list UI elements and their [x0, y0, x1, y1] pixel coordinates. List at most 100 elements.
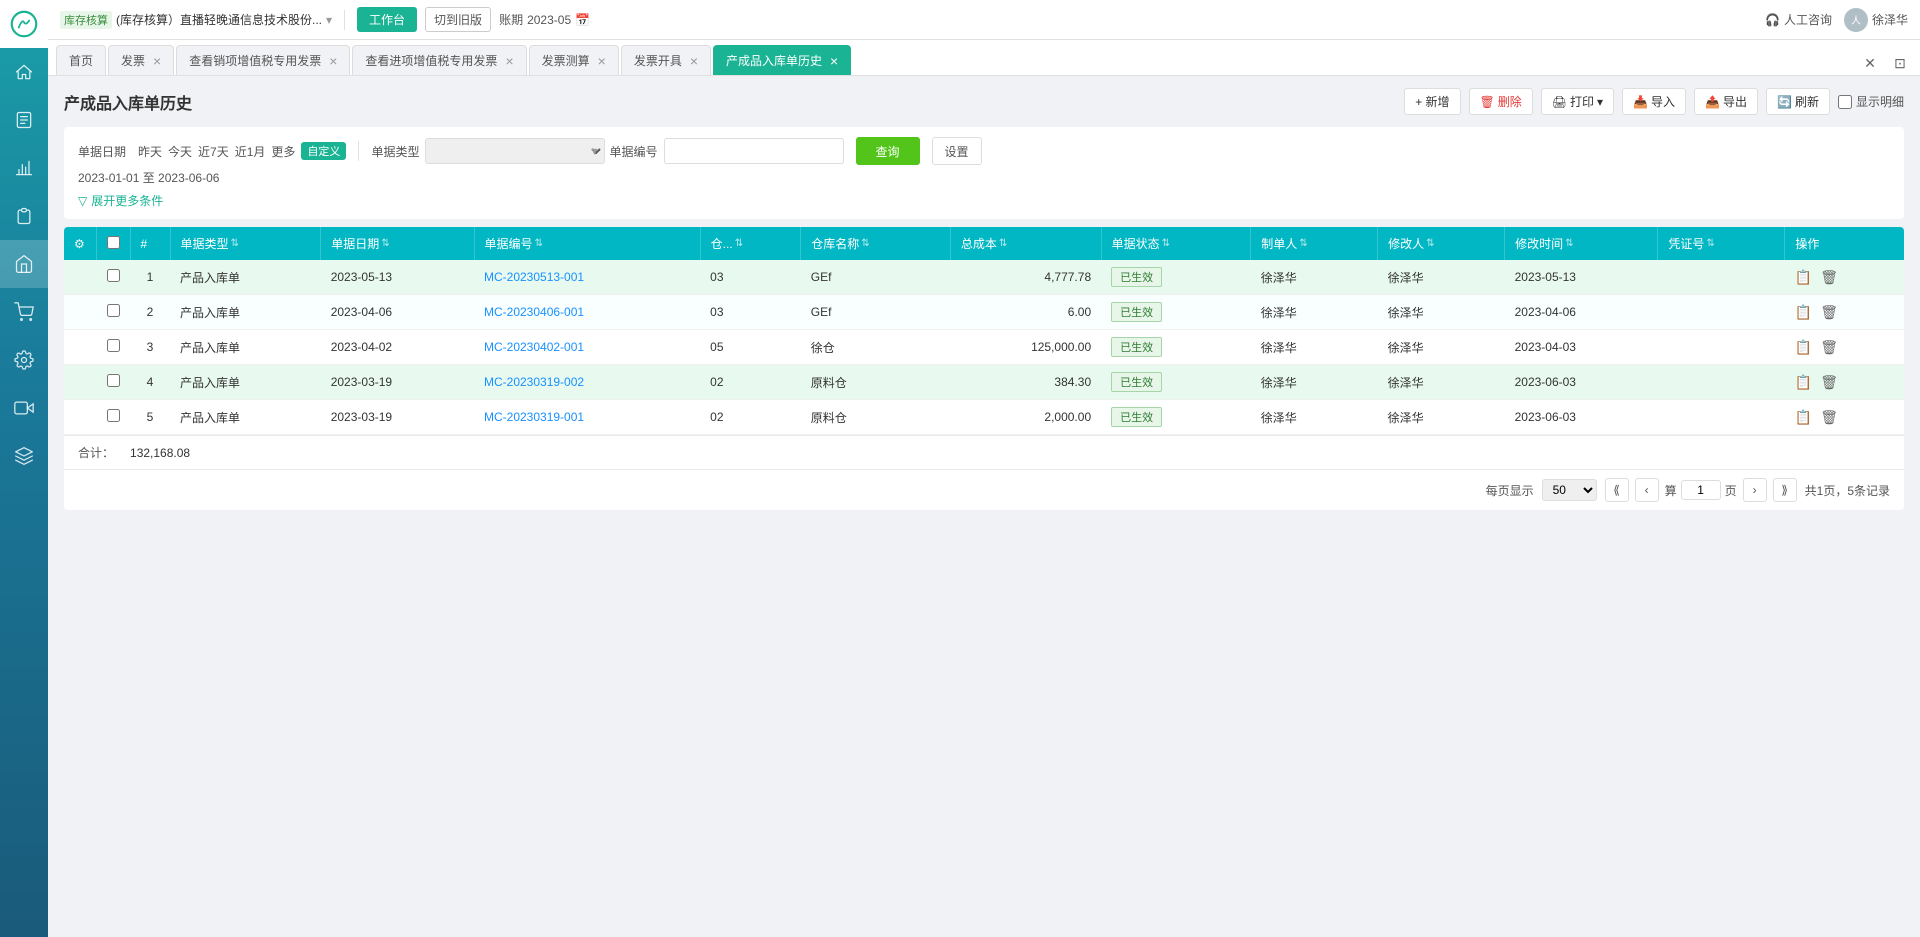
row-delete-btn-5[interactable]: 🗑 [1820, 409, 1838, 426]
data-table: ⚙ # 单据类型⇅ 单据日期⇅ 单据编号⇅ 仓...⇅ 仓库名称⇅ 总成本⇅ 单… [64, 227, 1904, 435]
col-modifier[interactable]: 修改人⇅ [1378, 227, 1505, 260]
col-total-cost[interactable]: 总成本⇅ [950, 227, 1101, 260]
row-check-1[interactable] [96, 260, 130, 295]
tab-close-product-inbound[interactable]: × [830, 54, 838, 68]
tab-close-all-btn[interactable]: ✕ [1858, 51, 1882, 75]
tab-invoices[interactable]: 发票 × [108, 45, 174, 75]
prev-page-btn[interactable]: ‹ [1635, 478, 1659, 502]
tab-calc[interactable]: 发票测算 × [529, 45, 619, 75]
row-number-1[interactable]: MC-20230513-001 [474, 260, 700, 295]
custom-badge[interactable]: 自定义 [301, 142, 346, 160]
row-date-5: 2023-03-19 [321, 400, 474, 435]
tab-close-calc[interactable]: × [598, 54, 606, 68]
sidebar-item-version[interactable] [0, 432, 48, 480]
col-warehouse-name[interactable]: 仓库名称⇅ [801, 227, 951, 260]
sidebar-item-home[interactable] [0, 48, 48, 96]
print-button[interactable]: 🖨 打印 ▾ [1541, 88, 1614, 115]
row-check-3[interactable] [96, 330, 130, 365]
row-checkbox-4[interactable] [107, 374, 120, 387]
export-button[interactable]: 📤 导出 [1694, 88, 1758, 115]
new-button[interactable]: + 新增 [1404, 88, 1460, 115]
select-all-checkbox[interactable] [107, 236, 120, 249]
tab-home[interactable]: 首页 [56, 45, 106, 75]
row-number-2[interactable]: MC-20230406-001 [474, 295, 700, 330]
refresh-button[interactable]: 🔄 刷新 [1766, 88, 1830, 115]
shortcut-more[interactable]: 更多 [271, 143, 295, 160]
row-delete-btn-3[interactable]: 🗑 [1820, 339, 1838, 356]
sidebar-item-analytics[interactable] [0, 144, 48, 192]
row-num-1: 1 [130, 260, 170, 295]
row-checkbox-2[interactable] [107, 304, 120, 317]
row-checkbox-3[interactable] [107, 339, 120, 352]
refresh-icon: 🔄 [1777, 95, 1792, 109]
type-select[interactable] [425, 138, 605, 164]
col-voucher[interactable]: 凭证号⇅ [1658, 227, 1785, 260]
sidebar-item-invoice[interactable] [0, 96, 48, 144]
col-modify-time[interactable]: 修改时间⇅ [1505, 227, 1658, 260]
import-button[interactable]: 📥 导入 [1622, 88, 1686, 115]
col-type[interactable]: 单据类型⇅ [170, 227, 321, 260]
row-check-5[interactable] [96, 400, 130, 435]
row-delete-btn-1[interactable]: 🗑 [1820, 269, 1838, 286]
row-checkbox-5[interactable] [107, 409, 120, 422]
sidebar-item-warehouse[interactable] [0, 240, 48, 288]
col-settings[interactable]: ⚙ [64, 227, 96, 260]
page-size-select[interactable]: 20 50 100 [1542, 479, 1597, 501]
tab-view-purchase[interactable]: 查看进项增值税专用发票 × [352, 45, 526, 75]
tab-close-issue[interactable]: × [690, 54, 698, 68]
row-edit-btn-2[interactable]: 📋 [1795, 304, 1812, 321]
company-dropdown-icon[interactable]: ▾ [326, 13, 332, 27]
sidebar-item-media[interactable] [0, 384, 48, 432]
row-number-5[interactable]: MC-20230319-001 [474, 400, 700, 435]
filter-settings-button[interactable]: 设置 [932, 137, 982, 165]
user-service-btn[interactable]: 🎧 人工咨询 [1765, 11, 1832, 28]
row-number-3[interactable]: MC-20230402-001 [474, 330, 700, 365]
col-warehouse-code[interactable]: 仓...⇅ [700, 227, 801, 260]
sidebar-item-purchase[interactable] [0, 288, 48, 336]
row-cost-3: 125,000.00 [950, 330, 1101, 365]
expand-more-btn[interactable]: ▽ 展开更多条件 [78, 192, 1890, 209]
tab-issue[interactable]: 发票开具 × [621, 45, 711, 75]
col-creator[interactable]: 制单人⇅ [1251, 227, 1378, 260]
shortcut-1month[interactable]: 近1月 [235, 143, 266, 160]
shortcut-today[interactable]: 今天 [168, 143, 192, 160]
sidebar-item-reports[interactable] [0, 192, 48, 240]
first-page-btn[interactable]: ⟪ [1605, 478, 1629, 502]
number-input[interactable] [664, 138, 844, 164]
row-edit-btn-5[interactable]: 📋 [1795, 409, 1812, 426]
col-status[interactable]: 单据状态⇅ [1101, 227, 1251, 260]
next-page-btn[interactable]: › [1743, 478, 1767, 502]
row-check-4[interactable] [96, 365, 130, 400]
tab-product-inbound[interactable]: 产成品入库单历史 × [713, 45, 851, 75]
shortcut-yesterday[interactable]: 昨天 [138, 143, 162, 160]
row-checkbox-1[interactable] [107, 269, 120, 282]
row-delete-btn-4[interactable]: 🗑 [1820, 374, 1838, 391]
user-menu[interactable]: 人 徐泽华 [1844, 8, 1908, 32]
row-edit-btn-3[interactable]: 📋 [1795, 339, 1812, 356]
col-date[interactable]: 单据日期⇅ [321, 227, 474, 260]
calendar-icon[interactable]: 📅 [575, 13, 590, 27]
company-tag: 库存核算 [60, 11, 112, 29]
delete-button[interactable]: 🗑 删除 [1469, 88, 1533, 115]
row-number-4[interactable]: MC-20230319-002 [474, 365, 700, 400]
row-check-2[interactable] [96, 295, 130, 330]
tab-close-invoices[interactable]: × [153, 54, 161, 68]
row-edit-btn-1[interactable]: 📋 [1795, 269, 1812, 286]
last-page-btn[interactable]: ⟫ [1773, 478, 1797, 502]
row-edit-btn-4[interactable]: 📋 [1795, 374, 1812, 391]
workbench-button[interactable]: 工作台 [357, 7, 417, 32]
tab-view-sales[interactable]: 查看销项增值税专用发票 × [176, 45, 350, 75]
shortcut-7days[interactable]: 近7天 [198, 143, 229, 160]
row-delete-btn-2[interactable]: 🗑 [1820, 304, 1838, 321]
show-detail-checkbox[interactable] [1838, 95, 1852, 109]
tab-expand-btn[interactable]: ⊡ [1888, 51, 1912, 75]
switch-version-button[interactable]: 切到旧版 [425, 7, 491, 32]
tab-close-view-purchase[interactable]: × [505, 54, 513, 68]
page-number-input[interactable] [1681, 480, 1721, 500]
tab-close-view-sales[interactable]: × [329, 54, 337, 68]
query-button[interactable]: 查询 [856, 137, 920, 165]
row-voucher-3 [1658, 330, 1785, 365]
col-number[interactable]: 单据编号⇅ [474, 227, 700, 260]
sidebar-item-settings2[interactable] [0, 336, 48, 384]
show-detail-toggle[interactable]: 显示明细 [1838, 93, 1904, 110]
